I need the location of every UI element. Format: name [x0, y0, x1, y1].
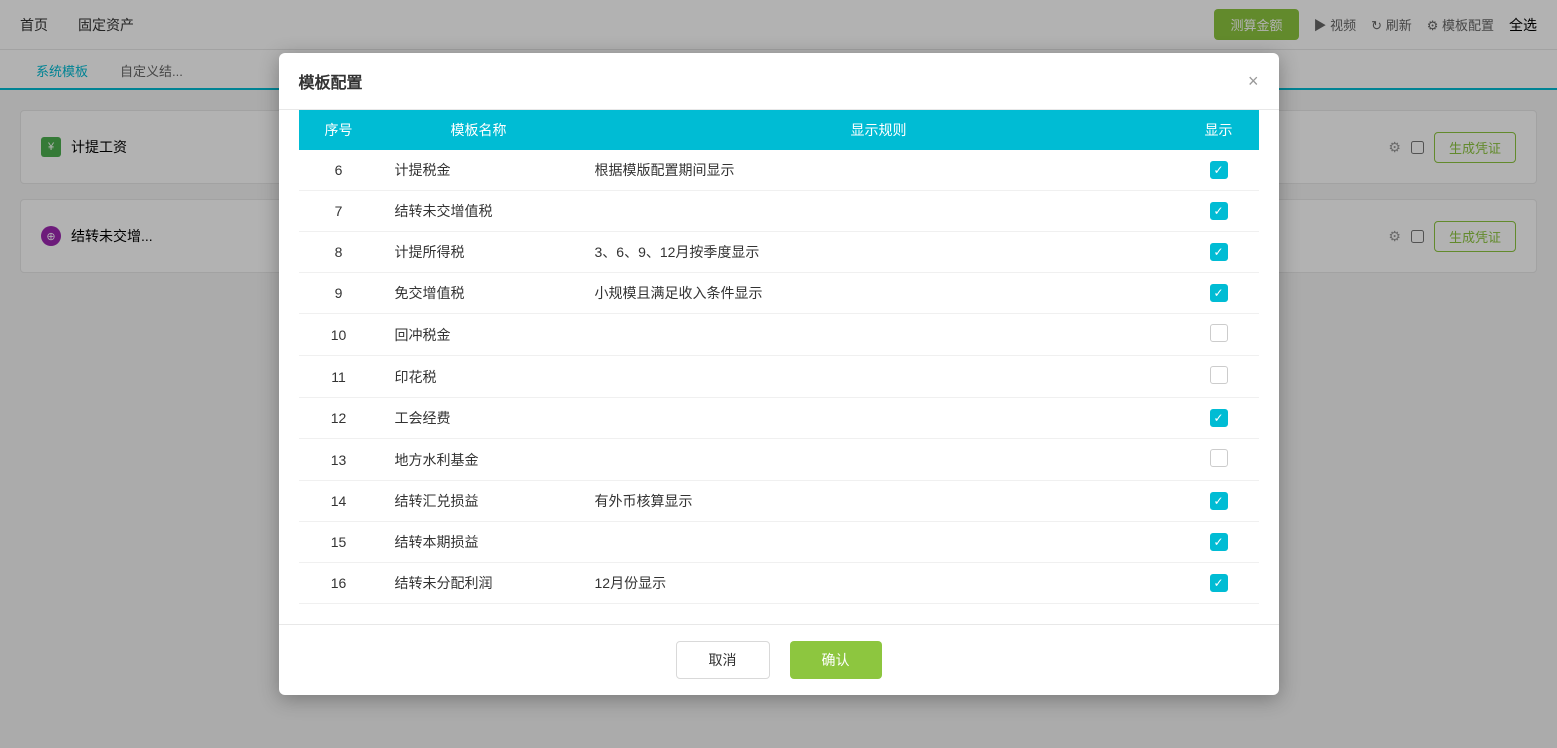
table-row: 8计提所得税3、6、9、12月按季度显示 — [299, 232, 1259, 273]
row-checkbox[interactable] — [1210, 284, 1228, 302]
row-rule — [579, 191, 1179, 232]
table-row: 9免交增值税小规模且满足收入条件显示 — [299, 273, 1259, 314]
table-row: 15结转本期损益 — [299, 522, 1259, 563]
col-header-id: 序号 — [299, 110, 379, 150]
row-name: 工会经费 — [379, 398, 579, 439]
col-header-rule: 显示规则 — [579, 110, 1179, 150]
table-row: 13地方水利基金 — [299, 439, 1259, 481]
row-id: 7 — [299, 191, 379, 232]
modal-header: 模板配置 × — [279, 53, 1279, 110]
row-checkbox-cell — [1179, 563, 1259, 604]
row-rule: 小规模且满足收入条件显示 — [579, 273, 1179, 314]
row-checkbox[interactable] — [1210, 202, 1228, 220]
row-checkbox[interactable] — [1210, 366, 1228, 384]
row-name: 结转汇兑损益 — [379, 481, 579, 522]
row-checkbox-cell — [1179, 481, 1259, 522]
table-row: 6计提税金根据模版配置期间显示 — [299, 150, 1259, 191]
row-checkbox[interactable] — [1210, 533, 1228, 551]
row-name: 免交增值税 — [379, 273, 579, 314]
row-rule — [579, 314, 1179, 356]
row-rule — [579, 439, 1179, 481]
row-id: 14 — [299, 481, 379, 522]
row-checkbox-cell — [1179, 150, 1259, 191]
row-name: 地方水利基金 — [379, 439, 579, 481]
row-id: 11 — [299, 356, 379, 398]
table-row: 7结转未交增值税 — [299, 191, 1259, 232]
config-table: 序号 模板名称 显示规则 显示 6计提税金根据模版配置期间显示7结转未交增值税8… — [299, 110, 1259, 604]
table-row: 10回冲税金 — [299, 314, 1259, 356]
row-checkbox[interactable] — [1210, 449, 1228, 467]
row-id: 8 — [299, 232, 379, 273]
row-checkbox[interactable] — [1210, 492, 1228, 510]
row-checkbox[interactable] — [1210, 324, 1228, 342]
col-header-display: 显示 — [1179, 110, 1259, 150]
row-checkbox-cell — [1179, 273, 1259, 314]
modal-close-button[interactable]: × — [1248, 72, 1259, 90]
row-name: 结转未交增值税 — [379, 191, 579, 232]
row-name: 计提所得税 — [379, 232, 579, 273]
row-name: 结转本期损益 — [379, 522, 579, 563]
row-checkbox-cell — [1179, 191, 1259, 232]
modal-title: 模板配置 — [299, 69, 363, 93]
row-name: 回冲税金 — [379, 314, 579, 356]
row-rule — [579, 398, 1179, 439]
row-id: 16 — [299, 563, 379, 604]
row-rule — [579, 522, 1179, 563]
cancel-button[interactable]: 取消 — [676, 641, 770, 679]
col-header-name: 模板名称 — [379, 110, 579, 150]
row-checkbox-cell — [1179, 398, 1259, 439]
row-name: 计提税金 — [379, 150, 579, 191]
row-id: 13 — [299, 439, 379, 481]
table-row: 12工会经费 — [299, 398, 1259, 439]
row-checkbox[interactable] — [1210, 243, 1228, 261]
row-rule: 有外币核算显示 — [579, 481, 1179, 522]
row-checkbox[interactable] — [1210, 161, 1228, 179]
row-id: 9 — [299, 273, 379, 314]
table-row: 11印花税 — [299, 356, 1259, 398]
row-rule: 3、6、9、12月按季度显示 — [579, 232, 1179, 273]
table-row: 16结转未分配利润12月份显示 — [299, 563, 1259, 604]
row-rule — [579, 356, 1179, 398]
template-config-modal: 模板配置 × 序号 模板名称 显示规则 显示 6计提税金根据模版配置期间显示7结… — [279, 53, 1279, 695]
row-id: 12 — [299, 398, 379, 439]
row-checkbox-cell — [1179, 232, 1259, 273]
confirm-button[interactable]: 确认 — [790, 641, 882, 679]
row-id: 15 — [299, 522, 379, 563]
row-checkbox-cell — [1179, 439, 1259, 481]
row-checkbox-cell — [1179, 522, 1259, 563]
row-name: 结转未分配利润 — [379, 563, 579, 604]
row-checkbox[interactable] — [1210, 409, 1228, 427]
row-checkbox[interactable] — [1210, 574, 1228, 592]
row-name: 印花税 — [379, 356, 579, 398]
row-rule: 12月份显示 — [579, 563, 1179, 604]
row-checkbox-cell — [1179, 356, 1259, 398]
row-id: 6 — [299, 150, 379, 191]
modal-body: 序号 模板名称 显示规则 显示 6计提税金根据模版配置期间显示7结转未交增值税8… — [279, 110, 1279, 624]
table-row: 14结转汇兑损益有外币核算显示 — [299, 481, 1259, 522]
row-id: 10 — [299, 314, 379, 356]
modal-footer: 取消 确认 — [279, 624, 1279, 695]
row-rule: 根据模版配置期间显示 — [579, 150, 1179, 191]
modal-overlay[interactable]: 模板配置 × 序号 模板名称 显示规则 显示 6计提税金根据模版配置期间显示7结… — [0, 0, 1557, 748]
row-checkbox-cell — [1179, 314, 1259, 356]
